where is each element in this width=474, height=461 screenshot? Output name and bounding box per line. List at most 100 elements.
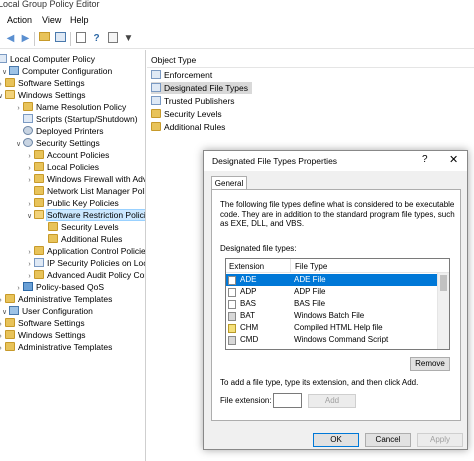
folder-icon xyxy=(5,90,15,99)
chart-icon xyxy=(23,282,33,291)
properties-icon[interactable]: ? xyxy=(90,32,103,45)
folder-icon xyxy=(23,102,33,111)
policy-icon xyxy=(151,96,161,105)
file-types-list[interactable]: Extension File Type ADE ADE File ADP ADP… xyxy=(225,258,450,350)
tree-node-windows-settings[interactable]: ∨Windows Settings xyxy=(0,89,86,101)
tab-general[interactable]: General xyxy=(211,176,247,190)
folder-icon xyxy=(34,174,44,183)
help-file-icon xyxy=(228,324,236,333)
list-item[interactable]: CHM Compiled HTML Help file xyxy=(226,322,437,334)
folder-icon xyxy=(34,150,44,159)
help-icon[interactable] xyxy=(106,32,119,45)
list-item[interactable]: CMD Windows Command Script xyxy=(226,334,437,346)
ok-button[interactable]: OK xyxy=(313,433,359,447)
batch-file-icon xyxy=(228,312,236,321)
tree-node-account-policies[interactable]: › Account Policies xyxy=(25,149,109,161)
tree-node-software-settings[interactable]: ›Software Settings xyxy=(0,77,85,89)
add-hint-text: To add a file type, type its extension, … xyxy=(220,378,419,387)
security-icon xyxy=(23,138,33,147)
general-tab-panel: The following file types define what is … xyxy=(211,189,461,421)
column-header-file-type[interactable]: File Type xyxy=(295,262,327,271)
list-item-designated-file-types[interactable]: Designated File Types xyxy=(151,82,252,94)
close-icon[interactable]: ✕ xyxy=(449,153,458,166)
chevron-right-icon[interactable]: › xyxy=(14,103,23,115)
chevron-down-icon[interactable]: ∨ xyxy=(14,139,23,151)
tree-node-user-admin-templates[interactable]: ›Administrative Templates xyxy=(0,341,112,353)
tree-node-user-windows-settings[interactable]: ›Windows Settings xyxy=(0,329,86,341)
filter-icon[interactable]: ▼ xyxy=(122,32,135,45)
folder-icon xyxy=(34,270,44,279)
chevron-down-icon[interactable]: ∨ xyxy=(25,211,34,223)
description-text: The following file types define what is … xyxy=(220,200,455,228)
up-folder-icon[interactable] xyxy=(38,32,51,45)
script-icon xyxy=(23,114,33,123)
chevron-right-icon[interactable]: › xyxy=(25,175,34,187)
list-header: Extension File Type xyxy=(226,259,449,273)
header-divider xyxy=(147,67,474,68)
tree-node-local-computer-policy[interactable]: Local Computer Policy xyxy=(0,53,95,65)
apply-button[interactable]: Apply xyxy=(417,433,463,447)
menu-action[interactable]: Action xyxy=(7,15,32,25)
column-header-extension[interactable]: Extension xyxy=(229,262,264,271)
list-scrollbar[interactable] xyxy=(437,273,449,349)
tree-panel: Local Computer Policy ∨ Computer Configur… xyxy=(0,50,146,461)
tree-node-security-settings[interactable]: ∨ Security Settings xyxy=(14,137,100,149)
folder-icon xyxy=(34,246,44,255)
tree-node-ip-security-policies[interactable]: › IP Security Policies on Loca xyxy=(25,257,145,269)
file-icon xyxy=(228,288,236,297)
tree-node-user-configuration[interactable]: ∨ User Configuration xyxy=(0,305,93,317)
remove-button[interactable]: Remove xyxy=(410,357,450,371)
list-item-additional-rules[interactable]: Additional Rules xyxy=(151,121,225,133)
folder-icon xyxy=(5,318,15,327)
folder-icon xyxy=(34,162,44,171)
show-hide-tree-icon[interactable] xyxy=(54,32,67,45)
tree-node-user-software-settings[interactable]: ›Software Settings xyxy=(0,317,85,329)
cancel-button[interactable]: Cancel xyxy=(365,433,411,447)
list-item[interactable]: BAT Windows Batch File xyxy=(226,310,437,322)
user-icon xyxy=(9,306,19,315)
help-icon[interactable]: ? xyxy=(422,154,428,165)
forward-icon[interactable]: ▶ xyxy=(19,32,32,45)
menu-bar: Action View Help xyxy=(0,12,474,29)
tree-node-name-resolution-policy[interactable]: › Name Resolution Policy xyxy=(14,101,126,113)
folder-icon xyxy=(34,198,44,207)
tree-node-security-levels[interactable]: Security Levels xyxy=(48,221,119,233)
list-item[interactable]: ADP ADP File xyxy=(226,286,437,298)
folder-icon xyxy=(48,222,58,231)
menu-help[interactable]: Help xyxy=(70,15,89,25)
list-item[interactable]: ADE ADE File xyxy=(226,274,437,286)
file-extension-label: File extension: xyxy=(220,396,272,405)
folder-icon xyxy=(48,234,58,243)
tree-node-application-control[interactable]: › Application Control Policie xyxy=(25,245,145,257)
folder-icon xyxy=(151,122,161,131)
column-header-object-type[interactable]: Object Type xyxy=(151,55,196,65)
tree-node-windows-firewall[interactable]: › Windows Firewall with Adv xyxy=(25,173,145,187)
tree-node-network-list-manager[interactable]: Network List Manager Polic xyxy=(34,185,145,197)
tree-node-computer-configuration[interactable]: ∨ Computer Configuration xyxy=(0,65,112,77)
list-item-enforcement[interactable]: Enforcement xyxy=(151,69,212,81)
list-item-security-levels[interactable]: Security Levels xyxy=(151,108,222,120)
menu-view[interactable]: View xyxy=(42,15,61,25)
tree-node-deployed-printers[interactable]: Deployed Printers xyxy=(23,125,104,137)
tree-node-scripts[interactable]: Scripts (Startup/Shutdown) xyxy=(23,113,138,125)
tree-node-additional-rules[interactable]: Additional Rules xyxy=(48,233,122,245)
window-title: Local Group Policy Editor xyxy=(0,0,100,9)
list-item[interactable]: BAS BAS File xyxy=(226,298,437,310)
tree-node-admin-templates-computer[interactable]: ›Administrative Templates xyxy=(0,293,112,305)
folder-icon xyxy=(34,210,44,219)
export-list-icon[interactable] xyxy=(74,32,87,45)
scrollbar-thumb[interactable] xyxy=(440,275,447,291)
tree-node-local-policies[interactable]: › Local Policies xyxy=(25,161,99,173)
column-separator xyxy=(290,259,291,273)
tree-node-public-key-policies[interactable]: › Public Key Policies xyxy=(25,197,119,209)
list-item-trusted-publishers[interactable]: Trusted Publishers xyxy=(151,95,235,107)
title-bar: Local Group Policy Editor xyxy=(0,0,474,12)
tree-node-policy-based-qos[interactable]: › Policy-based QoS xyxy=(14,281,104,293)
add-button[interactable]: Add xyxy=(308,394,356,408)
tree-node-software-restriction-policies[interactable]: ∨ Software Restriction Policie xyxy=(25,209,145,223)
printer-icon xyxy=(23,126,33,135)
tree-node-advanced-audit[interactable]: › Advanced Audit Policy Con xyxy=(25,269,145,281)
command-script-icon xyxy=(228,336,236,345)
file-extension-input[interactable] xyxy=(273,393,302,408)
back-icon[interactable]: ◀ xyxy=(4,32,17,45)
